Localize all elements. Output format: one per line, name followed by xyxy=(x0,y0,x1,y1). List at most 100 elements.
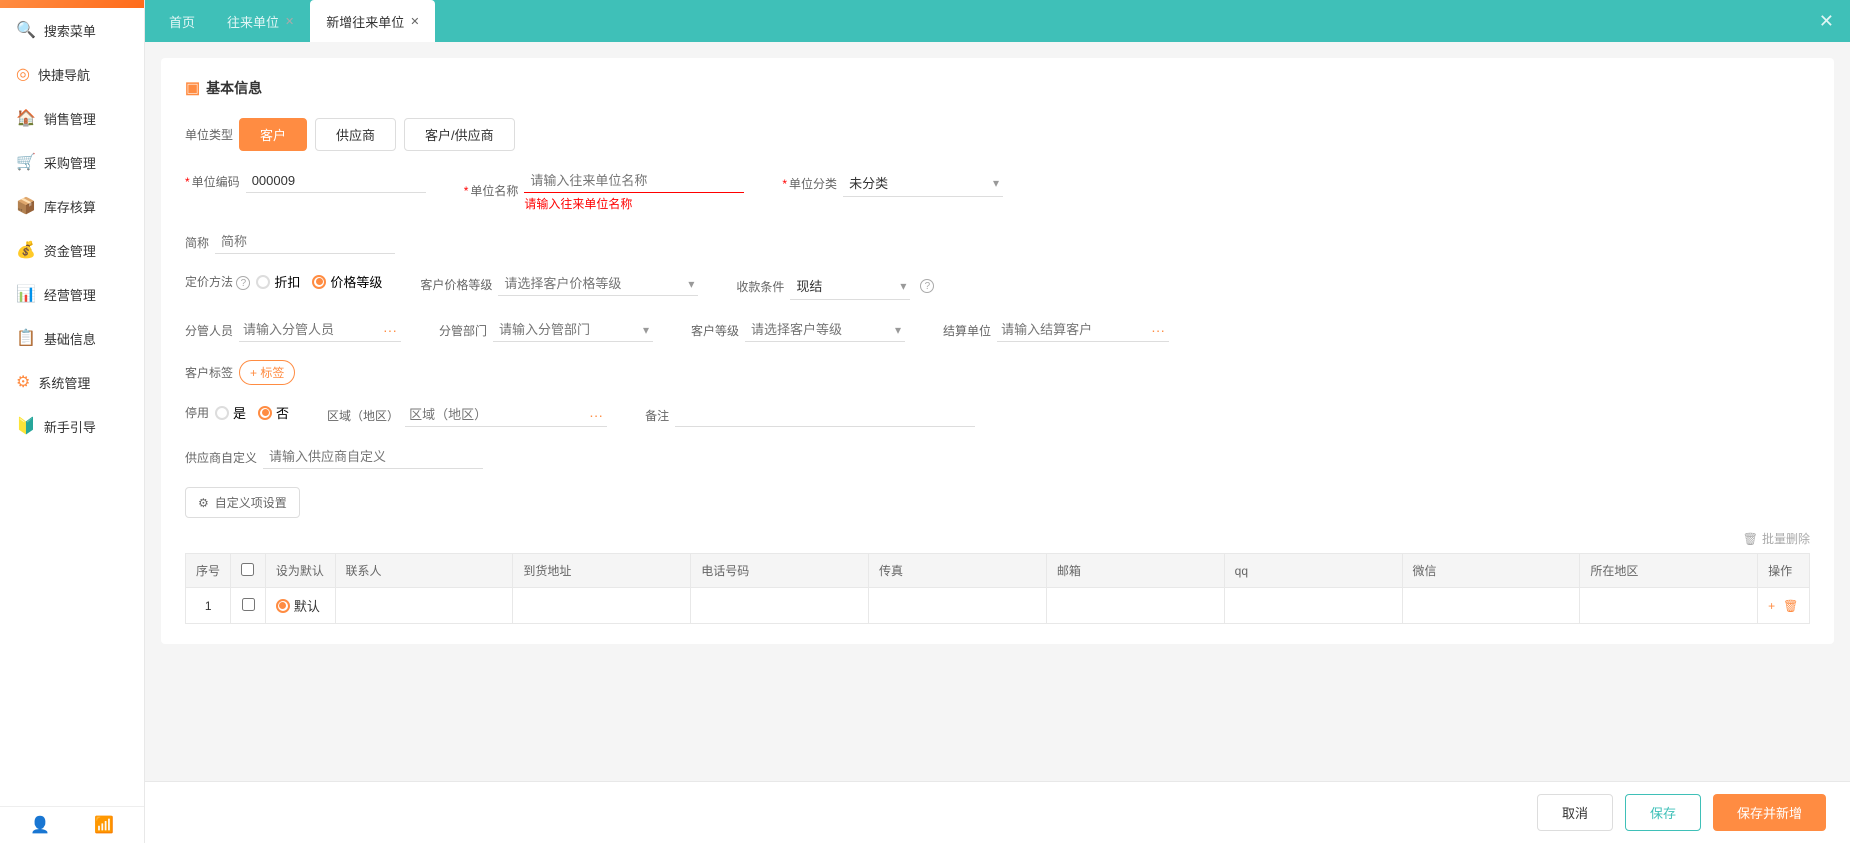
sidebar-item-sales[interactable]: 🏠 销售管理 xyxy=(0,96,144,140)
row-address[interactable] xyxy=(513,588,691,624)
col-address: 到货地址 xyxy=(513,554,691,588)
sidebar-item-label: 新手引导 xyxy=(44,417,96,436)
sidebar-item-purchase[interactable]: 🛒 采购管理 xyxy=(0,140,144,184)
unit-btn-both[interactable]: 客户/供应商 xyxy=(404,118,515,151)
row-wechat[interactable] xyxy=(1402,588,1580,624)
unit-btn-supplier[interactable]: 供应商 xyxy=(315,118,396,151)
row-contact[interactable] xyxy=(335,588,513,624)
sidebar-item-guide[interactable]: 🔰 新手引导 xyxy=(0,404,144,448)
row-qq-input[interactable] xyxy=(1235,599,1392,613)
basic-info-icon: 📋 xyxy=(16,328,36,348)
save-button[interactable]: 保存 xyxy=(1625,794,1701,831)
row-contact-input[interactable] xyxy=(346,599,503,613)
row-phone-input[interactable] xyxy=(701,599,858,613)
supplier-custom-input[interactable] xyxy=(263,445,483,469)
close-all-tabs[interactable]: ✕ xyxy=(1811,11,1842,32)
sidebar-item-quick-nav[interactable]: ◎ 快捷导航 xyxy=(0,52,144,96)
settlement-input[interactable] xyxy=(997,318,1147,341)
disabled-no-option[interactable]: 否 xyxy=(258,403,289,422)
row-default-radio[interactable] xyxy=(276,599,290,613)
region-more-btn[interactable]: ··· xyxy=(585,407,607,423)
row-checkbox[interactable] xyxy=(231,588,265,624)
add-tag-button[interactable]: + 标签 xyxy=(239,360,295,385)
unit-type-group: 客户 供应商 客户/供应商 xyxy=(239,118,515,151)
row-add-icon[interactable]: + xyxy=(1768,599,1775,613)
pricing-level-option[interactable]: 价格等级 xyxy=(312,272,382,291)
sidebar-item-finance[interactable]: 💰 资金管理 xyxy=(0,228,144,272)
short-name-input[interactable] xyxy=(215,230,395,254)
content-area: ▣ 基本信息 单位类型 客户 供应商 客户/供应商 *单位编码 xyxy=(145,42,1850,781)
unit-code-field: *单位编码 xyxy=(185,169,426,193)
sidebar-item-search[interactable]: 🔍 搜索菜单 xyxy=(0,8,144,52)
payment-terms-value[interactable]: 现结 xyxy=(790,272,910,300)
select-all-checkbox[interactable] xyxy=(241,563,254,576)
unit-btn-customer[interactable]: 客户 xyxy=(239,118,307,151)
row-region[interactable] xyxy=(1580,588,1758,624)
region-input[interactable] xyxy=(405,403,585,426)
settlement-more-btn[interactable]: ··· xyxy=(1147,322,1169,338)
customer-level-wrapper: ▾ xyxy=(745,318,905,342)
tab-partners-label: 往来单位 xyxy=(227,12,279,31)
stats-icon[interactable]: 📶 xyxy=(94,815,114,835)
pricing-discount-option[interactable]: 折扣 xyxy=(256,272,300,291)
col-checkbox[interactable] xyxy=(231,554,265,588)
tab-home[interactable]: 首页 xyxy=(153,0,211,42)
department-field: 分管部门 ▾ xyxy=(439,318,653,342)
section-title: ▣ 基本信息 xyxy=(185,78,1810,98)
row-fax-input[interactable] xyxy=(879,599,1036,613)
pricing-level-radio[interactable] xyxy=(312,275,326,289)
remarks-input[interactable] xyxy=(675,403,975,427)
customer-level-input[interactable] xyxy=(745,318,905,342)
row-delete-icon[interactable]: 🗑 xyxy=(1783,599,1798,613)
col-action: 操作 xyxy=(1758,554,1810,588)
row-fax[interactable] xyxy=(869,588,1047,624)
system-icon: ⚙ xyxy=(16,372,30,392)
row-seq: 1 xyxy=(186,588,231,624)
sidebar-item-inventory[interactable]: 📦 库存核算 xyxy=(0,184,144,228)
manager-input[interactable] xyxy=(239,318,379,341)
row-email-input[interactable] xyxy=(1057,599,1214,613)
tab-partners[interactable]: 往来单位 ✕ xyxy=(211,0,310,42)
sidebar-item-basic-info[interactable]: 📋 基础信息 xyxy=(0,316,144,360)
tab-partners-close[interactable]: ✕ xyxy=(285,15,294,28)
manager-more-btn[interactable]: ··· xyxy=(379,322,401,338)
sidebar-item-system[interactable]: ⚙ 系统管理 xyxy=(0,360,144,404)
inventory-icon: 📦 xyxy=(16,196,36,216)
save-new-button[interactable]: 保存并新增 xyxy=(1713,794,1826,831)
row-email[interactable] xyxy=(1046,588,1224,624)
sidebar-top-bar xyxy=(0,0,144,8)
batch-delete-button[interactable]: 🗑 批量删除 xyxy=(1743,530,1810,547)
unit-code-input[interactable] xyxy=(246,169,426,193)
custom-settings-button[interactable]: ⚙ 自定义项设置 xyxy=(185,487,300,518)
row-default-radio-label[interactable]: 默认 xyxy=(276,596,325,615)
pricing-help-icon[interactable]: ? xyxy=(236,276,250,290)
supplier-custom-field: 供应商自定义 xyxy=(185,445,483,469)
payment-terms-field: 收款条件 现结 ▾ ? xyxy=(736,272,934,300)
unit-category-label: *单位分类 xyxy=(782,175,837,192)
tab-new-partner[interactable]: 新增往来单位 ✕ xyxy=(310,0,435,42)
row-address-input[interactable] xyxy=(523,599,680,613)
cancel-button[interactable]: 取消 xyxy=(1537,794,1613,831)
row-region-input[interactable] xyxy=(1590,599,1747,613)
row-wechat-input[interactable] xyxy=(1413,599,1570,613)
col-fax: 传真 xyxy=(869,554,1047,588)
disabled-no-radio[interactable] xyxy=(258,406,272,420)
unit-category-value[interactable]: 未分类 xyxy=(843,169,1003,197)
row-phone[interactable] xyxy=(691,588,869,624)
unit-name-input[interactable] xyxy=(524,169,744,193)
user-icon[interactable]: 👤 xyxy=(30,815,50,835)
tab-bar: 首页 往来单位 ✕ 新增往来单位 ✕ ✕ xyxy=(145,0,1850,42)
disabled-yes-radio[interactable] xyxy=(215,406,229,420)
purchase-icon: 🛒 xyxy=(16,152,36,172)
row-qq[interactable] xyxy=(1224,588,1402,624)
tab-new-partner-close[interactable]: ✕ xyxy=(410,15,419,28)
disabled-yes-option[interactable]: 是 xyxy=(215,403,246,422)
sidebar-item-label: 搜索菜单 xyxy=(44,21,96,40)
department-input[interactable] xyxy=(493,318,653,342)
customer-price-level-input[interactable] xyxy=(498,272,698,296)
payment-help-icon[interactable]: ? xyxy=(920,279,934,293)
row-select-checkbox[interactable] xyxy=(242,598,255,611)
customer-price-level-wrapper[interactable]: ▾ xyxy=(498,272,698,296)
sidebar-item-operations[interactable]: 📊 经营管理 xyxy=(0,272,144,316)
pricing-discount-radio[interactable] xyxy=(256,275,270,289)
